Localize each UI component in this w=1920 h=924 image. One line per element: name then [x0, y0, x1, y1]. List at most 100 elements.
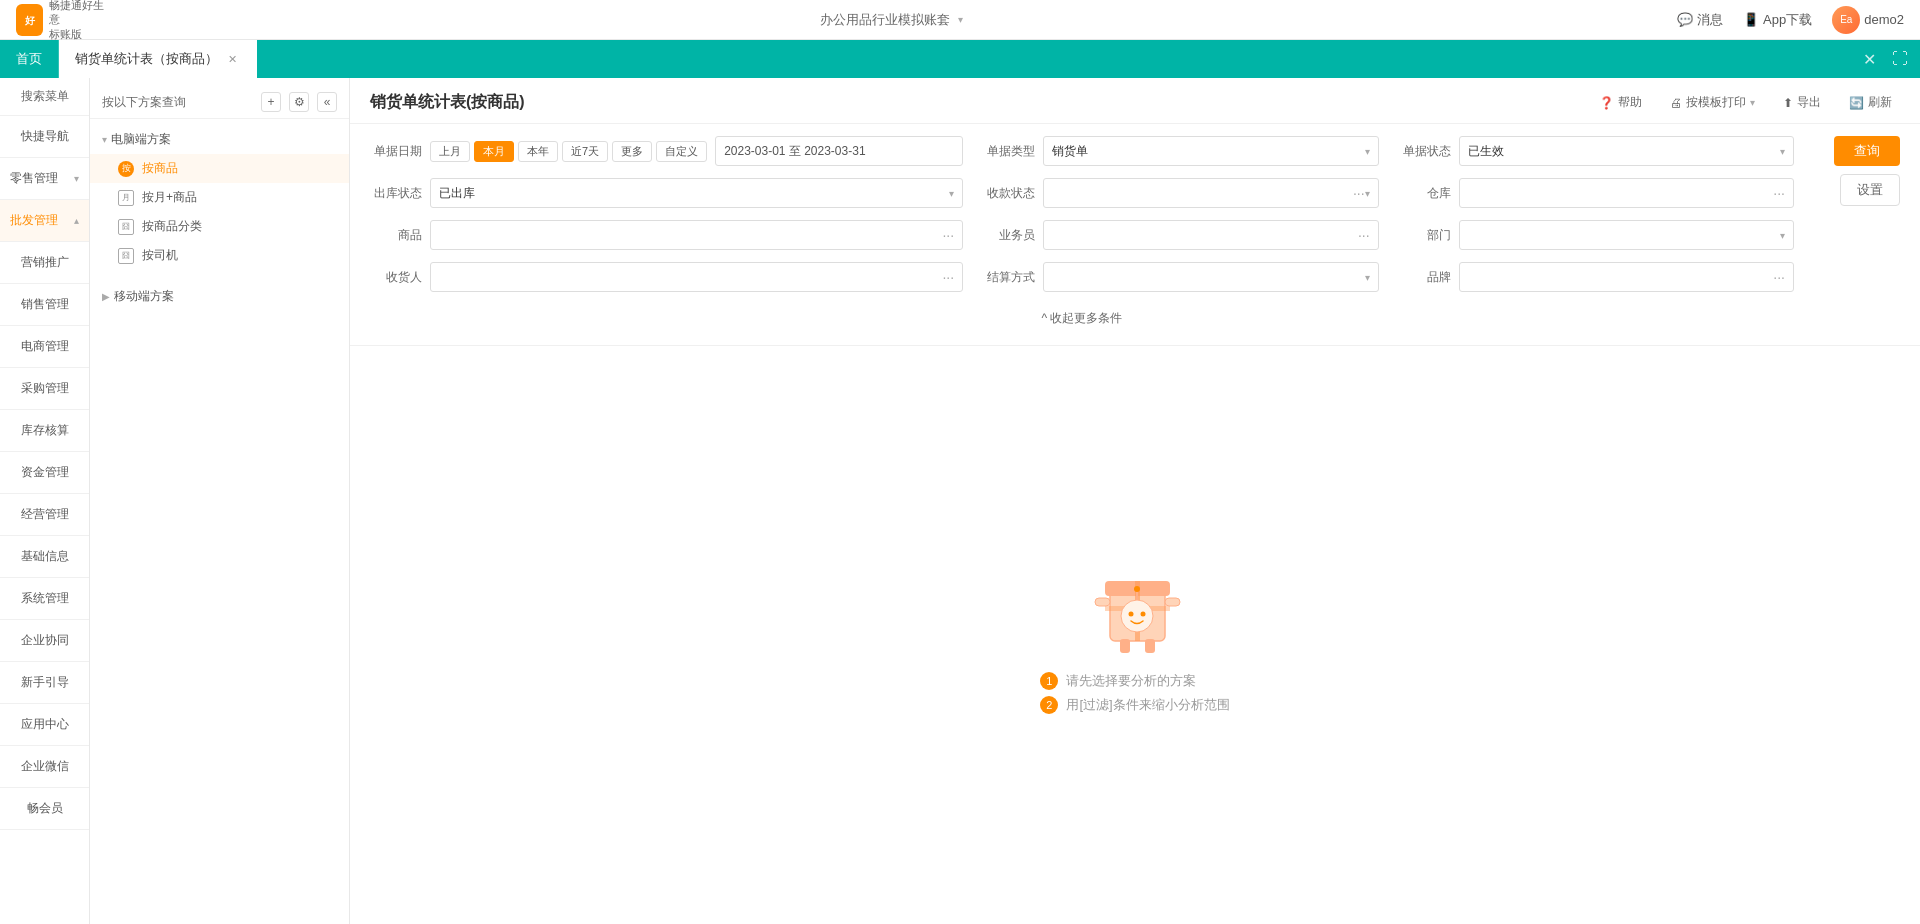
sidebar-item-inventory[interactable]: 库存核算: [0, 410, 89, 452]
tab-home[interactable]: 首页: [0, 40, 59, 78]
mobile-scheme-group-header[interactable]: ▶ 移动端方案: [90, 282, 349, 311]
product-dots: ···: [942, 227, 954, 243]
tab-report-label: 销货单统计表（按商品）: [75, 50, 218, 68]
sidebar-item-marketing[interactable]: 营销推广: [0, 242, 89, 284]
sidebar-item-search-menu[interactable]: 搜索菜单: [0, 78, 89, 116]
brand-label: 品牌: [1399, 269, 1459, 286]
sidebar-item-retail-mgmt[interactable]: 零售管理 ▾: [0, 158, 89, 200]
salesperson-control[interactable]: ···: [1043, 220, 1378, 250]
payment-status-control[interactable]: ··· ▾: [1043, 178, 1378, 208]
doc-status-control[interactable]: 已生效 ▾: [1459, 136, 1794, 166]
doc-type-control[interactable]: 销货单 ▾: [1043, 136, 1378, 166]
date-range-input[interactable]: 2023-03-01 至 2023-03-31: [715, 136, 963, 166]
print-template-btn[interactable]: 🖨 按模板打印 ▾: [1662, 90, 1763, 115]
pc-scheme-group: ▾ 电脑端方案 按 按商品 月 按月+商品 囧 按商品分类: [90, 119, 349, 276]
product-control[interactable]: ···: [430, 220, 963, 250]
sidebar-item-basic-info[interactable]: 基础信息: [0, 536, 89, 578]
sidebar-item-ecommerce-mgmt[interactable]: 电商管理: [0, 326, 89, 368]
warehouse-control[interactable]: ···: [1459, 178, 1794, 208]
svg-point-7: [1129, 612, 1134, 617]
message-icon: 💬: [1677, 12, 1693, 27]
pc-scheme-group-header[interactable]: ▾ 电脑端方案: [90, 125, 349, 154]
scheme-by-product-category-icon: 囧: [118, 219, 134, 235]
main-layout: 搜索菜单 快捷导航 零售管理 ▾ 批发管理 ▴ 营销推广 销售管理 电商管理 采…: [0, 78, 1920, 924]
sidebar-item-new-guide[interactable]: 新手引导: [0, 662, 89, 704]
wholesale-mgmt-arrow: ▴: [74, 215, 79, 226]
sidebar-item-sales-mgmt[interactable]: 销售管理: [0, 284, 89, 326]
help-icon: ❓: [1599, 96, 1614, 110]
sidebar-item-member[interactable]: 畅会员: [0, 788, 89, 830]
sidebar-item-enterprise-wechat[interactable]: 企业微信: [0, 746, 89, 788]
tab-close-btn[interactable]: ✕: [1859, 46, 1880, 73]
date-btn-last-month[interactable]: 上月: [430, 141, 470, 162]
department-control[interactable]: ▾: [1459, 220, 1794, 250]
download-icon: 📱: [1743, 12, 1759, 27]
date-btn-this-month[interactable]: 本月: [474, 141, 514, 162]
product-field: 商品 ···: [370, 220, 963, 250]
consignee-control[interactable]: ···: [430, 262, 963, 292]
svg-point-6: [1121, 600, 1153, 632]
department-field: 部门 ▾: [1399, 220, 1794, 250]
settings-btn[interactable]: 设置: [1840, 174, 1900, 206]
scheme-settings-btn[interactable]: ⚙: [289, 92, 309, 112]
app-download-btn[interactable]: 📱 App下载: [1743, 11, 1812, 29]
doc-type-label: 单据类型: [983, 143, 1043, 160]
collapse-btn[interactable]: ^ 收起更多条件: [370, 304, 1794, 333]
svg-text:好: 好: [24, 15, 36, 26]
sidebar-item-wholesale-mgmt[interactable]: 批发管理 ▴: [0, 200, 89, 242]
sidebar-item-finance-mgmt[interactable]: 资金管理: [0, 452, 89, 494]
brand-control[interactable]: ···: [1459, 262, 1794, 292]
scheme-collapse-btn[interactable]: «: [317, 92, 337, 112]
hint-text-2: 用[过滤]条件来缩小分析范围: [1066, 696, 1229, 714]
date-filter-field: 单据日期 上月 本月 本年 近7天 更多 自定义: [370, 136, 963, 166]
sidebar-item-purchase-mgmt[interactable]: 采购管理: [0, 368, 89, 410]
date-btn-last-7days[interactable]: 近7天: [562, 141, 608, 162]
date-btn-custom[interactable]: 自定义: [656, 141, 707, 162]
scheme-by-product[interactable]: 按 按商品: [90, 154, 349, 183]
refresh-btn[interactable]: 🔄 刷新: [1841, 90, 1900, 115]
scheme-by-product-category[interactable]: 囧 按商品分类: [90, 212, 349, 241]
out-status-value: 已出库: [439, 185, 949, 202]
query-btn[interactable]: 查询: [1834, 136, 1900, 166]
out-status-arrow: ▾: [949, 188, 954, 199]
scheme-by-month-product[interactable]: 月 按月+商品: [90, 183, 349, 212]
tab-report-close[interactable]: ✕: [224, 51, 240, 67]
date-btn-more[interactable]: 更多: [612, 141, 652, 162]
workspace-dropdown-icon[interactable]: ▾: [958, 14, 963, 25]
scheme-by-customer-label: 按司机: [142, 247, 178, 264]
mobile-scheme-group-label: 移动端方案: [114, 288, 174, 305]
print-dropdown-icon: ▾: [1750, 97, 1755, 108]
query-btn-area: 查询 设置: [1814, 124, 1920, 345]
refresh-label: 刷新: [1868, 94, 1892, 111]
hint-num-2: 2: [1040, 696, 1058, 714]
filter-row-3: 商品 ··· 业务员 ···: [370, 220, 1794, 250]
user-area[interactable]: Ea demo2: [1832, 6, 1904, 34]
filter-area: 单据日期 上月 本月 本年 近7天 更多 自定义: [350, 124, 1814, 345]
tab-report[interactable]: 销货单统计表（按商品） ✕: [59, 40, 257, 78]
settlement-label: 结算方式: [983, 269, 1043, 286]
sidebar-item-app-center[interactable]: 应用中心: [0, 704, 89, 746]
sidebar-item-quick-nav[interactable]: 快捷导航: [0, 116, 89, 158]
help-btn[interactable]: ❓ 帮助: [1591, 90, 1650, 115]
settlement-control[interactable]: ▾: [1043, 262, 1378, 292]
tab-expand-btn[interactable]: ⛶: [1888, 46, 1912, 72]
export-btn[interactable]: ⬆ 导出: [1775, 90, 1829, 115]
out-status-control[interactable]: 已出库 ▾: [430, 178, 963, 208]
salesperson-dots: ···: [1358, 227, 1370, 243]
sidebar-item-operations-mgmt[interactable]: 经营管理: [0, 494, 89, 536]
sidebar-item-enterprise-coop[interactable]: 企业协同: [0, 620, 89, 662]
print-label: 按模板打印: [1686, 94, 1746, 111]
date-btn-this-year[interactable]: 本年: [518, 141, 558, 162]
content-area: 按以下方案查询 + ⚙ « ▾ 电脑端方案 按 按商品 月: [90, 78, 1920, 924]
retail-mgmt-arrow: ▾: [74, 173, 79, 184]
doc-status-field: 单据状态 已生效 ▾: [1399, 136, 1794, 166]
header-workspace[interactable]: 办公用品行业模拟账套 ▾: [106, 11, 1677, 29]
scheme-add-btn[interactable]: +: [261, 92, 281, 112]
warehouse-field: 仓库 ···: [1399, 178, 1794, 208]
export-label: 导出: [1797, 94, 1821, 111]
sidebar-item-system-mgmt[interactable]: 系统管理: [0, 578, 89, 620]
avatar: Ea: [1832, 6, 1860, 34]
message-btn[interactable]: 💬 消息: [1677, 11, 1723, 29]
doc-type-field: 单据类型 销货单 ▾: [983, 136, 1378, 166]
scheme-by-customer[interactable]: 囧 按司机: [90, 241, 349, 270]
